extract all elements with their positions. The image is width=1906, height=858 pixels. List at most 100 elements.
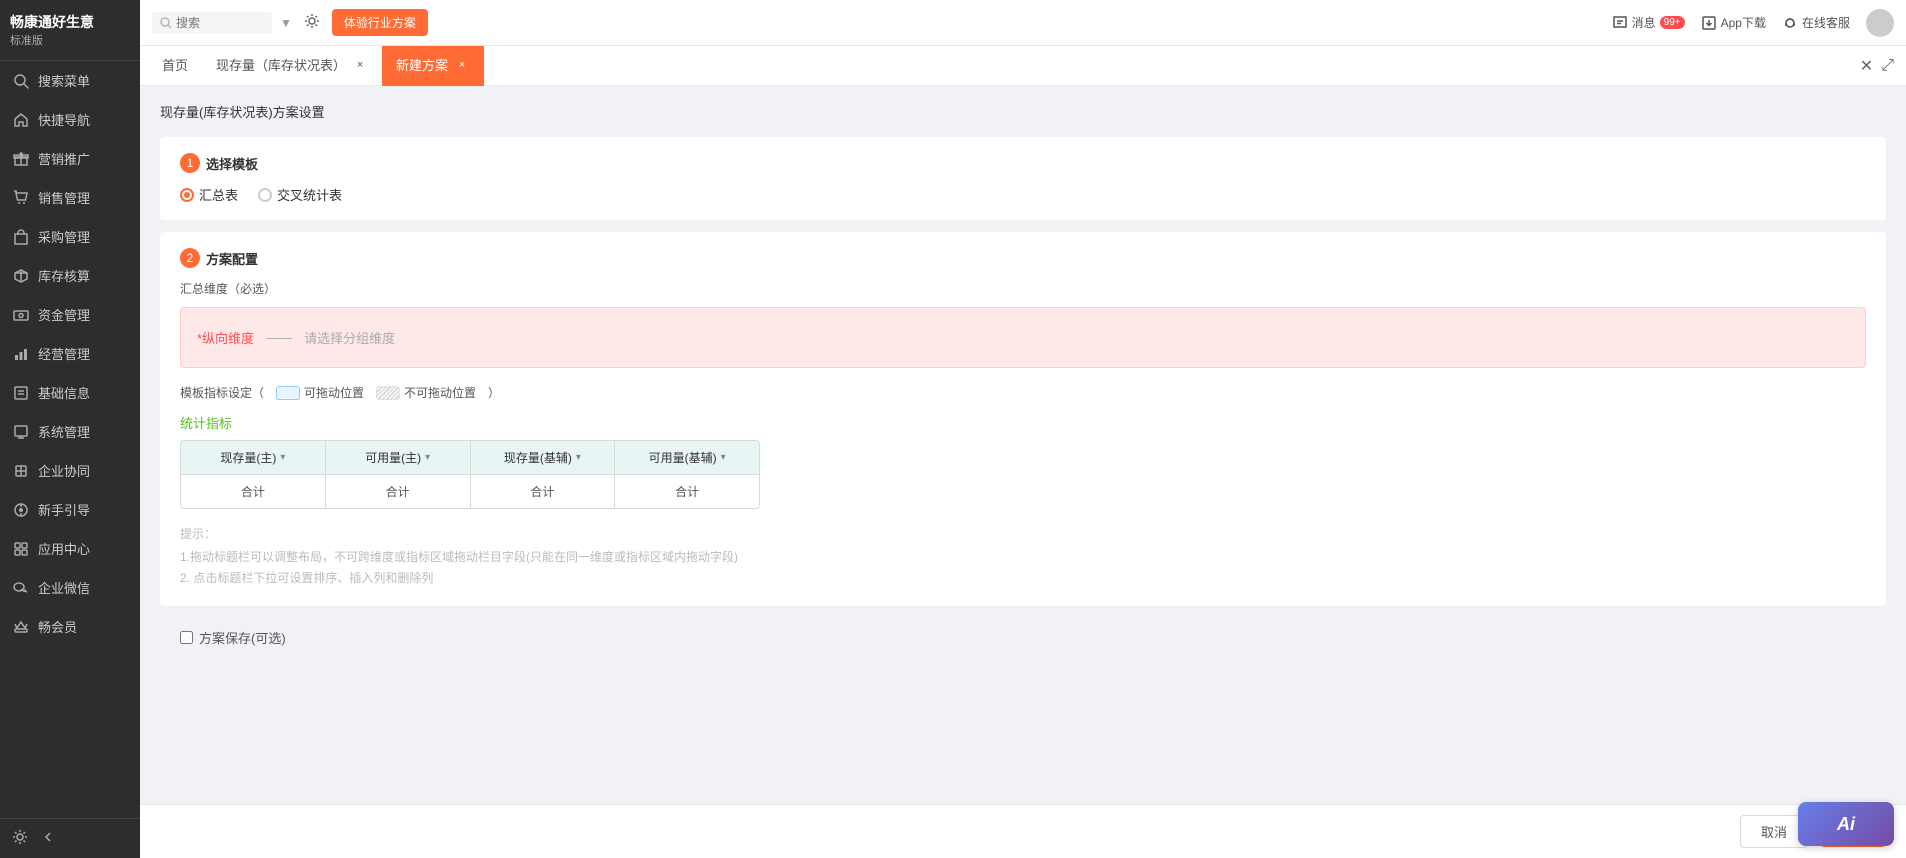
- radio-cross-label: 交叉统计表: [277, 185, 342, 204]
- sidebar-item-basic-info[interactable]: 基础信息: [0, 373, 140, 412]
- stats-col-header-3[interactable]: 可用量(基辅) ▾: [615, 441, 759, 474]
- stats-col-1: 可用量(主) ▾: [326, 441, 471, 474]
- guide-icon: [12, 501, 30, 519]
- home-icon: [12, 111, 30, 129]
- tab-new-schema[interactable]: 新建方案 ×: [382, 46, 484, 86]
- step1-section: 1 选择模板 汇总表 交叉统计表: [160, 137, 1886, 220]
- stats-body-label-0: 合计: [181, 474, 325, 508]
- topbar-search-icon: [160, 17, 172, 29]
- tab-panel-controls: ✕ ⤢: [1860, 56, 1898, 76]
- sidebar-item-app-center[interactable]: 应用中心: [0, 529, 140, 568]
- sidebar-item-finance[interactable]: 资金管理: [0, 295, 140, 334]
- message-icon: [1612, 15, 1628, 31]
- sidebar-label-basic-info: 基础信息: [38, 383, 90, 402]
- message-btn[interactable]: 消息 99+: [1612, 14, 1685, 31]
- stats-body-col-1: 合计: [326, 474, 471, 508]
- sidebar-label-system: 系统管理: [38, 422, 90, 441]
- save-checkbox[interactable]: [180, 631, 193, 644]
- user-avatar[interactable]: [1866, 9, 1894, 37]
- sidebar-item-guide[interactable]: 新手引导: [0, 490, 140, 529]
- sidebar-item-purchase[interactable]: 采购管理: [0, 217, 140, 256]
- sidebar-label-marketing: 营销推广: [38, 149, 90, 168]
- template-suffix: ）: [488, 384, 500, 401]
- non-draggable-box: [376, 386, 400, 400]
- step2-section: 2 方案配置 汇总维度（必选） *纵向维度 —— 请选择分组维度 模板指标设定（: [160, 232, 1886, 606]
- template-radio-group: 汇总表 交叉统计表: [180, 185, 1866, 204]
- tab-inventory-status[interactable]: 现存量（库存状况表） ×: [202, 46, 382, 86]
- dimension-area[interactable]: *纵向维度 —— 请选择分组维度: [180, 307, 1866, 368]
- sidebar-footer: [0, 818, 140, 858]
- tab-new-schema-label: 新建方案: [396, 55, 448, 74]
- app-download-btn[interactable]: App下载: [1701, 14, 1766, 31]
- online-service-btn[interactable]: 在线客服: [1782, 14, 1850, 31]
- stats-body-col-3: 合计: [615, 474, 759, 508]
- stats-col-0: 现存量(主) ▾: [181, 441, 326, 474]
- tab-inventory-close[interactable]: ×: [352, 57, 368, 73]
- app-name: 畅康通好生意: [10, 12, 130, 32]
- radio-summary[interactable]: 汇总表: [180, 185, 238, 204]
- search-icon: [12, 72, 30, 90]
- draggable-box: [276, 386, 300, 400]
- sidebar-item-system[interactable]: 系统管理: [0, 412, 140, 451]
- sidebar-item-enterprise[interactable]: 企业协同: [0, 451, 140, 490]
- template-label: 模板指标设定（: [180, 384, 264, 401]
- app-download-label: App下载: [1721, 14, 1766, 31]
- tab-home[interactable]: 首页: [148, 46, 202, 86]
- shopping-icon: [12, 189, 30, 207]
- stats-body-label-1: 合计: [326, 474, 470, 508]
- search-box[interactable]: [152, 12, 272, 34]
- search-input[interactable]: [176, 16, 256, 30]
- tab-new-schema-close[interactable]: ×: [454, 57, 470, 73]
- sidebar-item-operation[interactable]: 经营管理: [0, 334, 140, 373]
- online-service-label: 在线客服: [1802, 14, 1850, 31]
- trial-btn[interactable]: 体验行业方案: [332, 9, 428, 36]
- save-label[interactable]: 方案保存(可选): [199, 628, 286, 647]
- stats-col-header-1[interactable]: 可用量(主) ▾: [326, 441, 470, 474]
- radio-summary-circle: [180, 188, 194, 202]
- settings-icon[interactable]: [12, 829, 28, 848]
- ai-badge[interactable]: Ai: [1798, 802, 1894, 846]
- stats-col-header-label-3: 可用量(基辅): [649, 449, 717, 466]
- stats-title: 统计指标: [180, 413, 1866, 432]
- sidebar-item-marketing[interactable]: 营销推广: [0, 139, 140, 178]
- step2-num: 2: [180, 248, 200, 268]
- stats-body-label-2: 合计: [471, 474, 615, 508]
- non-draggable-indicator: 不可拖动位置: [376, 384, 476, 401]
- wechat-icon: [12, 579, 30, 597]
- stats-col-header-2[interactable]: 现存量(基辅) ▾: [471, 441, 615, 474]
- panel-close-icon[interactable]: ✕: [1860, 56, 1873, 76]
- app-logo: 畅康通好生意 标准版: [0, 0, 140, 61]
- draggable-indicator: 可拖动位置: [276, 384, 364, 401]
- sidebar-item-vip[interactable]: 畅会员: [0, 607, 140, 646]
- sidebar-item-wechat[interactable]: 企业微信: [0, 568, 140, 607]
- stats-col-header-0[interactable]: 现存量(主) ▾: [181, 441, 325, 474]
- sidebar-item-sales[interactable]: 销售管理: [0, 178, 140, 217]
- sidebar-label-inventory: 库存核算: [38, 266, 90, 285]
- sidebar-label-purchase: 采购管理: [38, 227, 90, 246]
- sidebar-label-enterprise: 企业协同: [38, 461, 90, 480]
- collapse-icon[interactable]: [40, 829, 56, 848]
- topbar-dropdown-icon[interactable]: ▼: [280, 16, 292, 30]
- stats-table-body: 合计 合计 合计 合计: [181, 474, 759, 508]
- sidebar-label-guide: 新手引导: [38, 500, 90, 519]
- chevron-3: ▾: [721, 452, 726, 463]
- radio-cross[interactable]: 交叉统计表: [258, 185, 342, 204]
- sidebar-item-search-menu[interactable]: 搜索菜单: [0, 61, 140, 100]
- headset-icon: [1782, 15, 1798, 31]
- stats-body-col-0: 合计: [181, 474, 326, 508]
- box-icon: [12, 267, 30, 285]
- dimension-placeholder: 请选择分组维度: [304, 328, 395, 347]
- non-draggable-label: 不可拖动位置: [404, 384, 476, 401]
- step1-badge: 1 选择模板: [180, 153, 258, 173]
- topbar-gear-icon[interactable]: [304, 13, 320, 32]
- panel-expand-icon[interactable]: ⤢: [1881, 57, 1894, 75]
- dimension-dash: ——: [266, 330, 292, 345]
- step2-title: 方案配置: [206, 249, 258, 268]
- stats-section: 统计指标 现存量(主) ▾ 可用量(主): [180, 413, 1866, 509]
- sidebar-item-inventory[interactable]: 库存核算: [0, 256, 140, 295]
- draggable-label: 可拖动位置: [304, 384, 364, 401]
- sidebar-item-quick-nav[interactable]: 快捷导航: [0, 100, 140, 139]
- page-title: 现存量(库存状况表)方案设置: [160, 102, 1886, 121]
- sidebar-scroll: 搜索菜单 快捷导航 营销推广 销售管理 采购管理: [0, 61, 140, 818]
- tab-home-label: 首页: [162, 55, 188, 74]
